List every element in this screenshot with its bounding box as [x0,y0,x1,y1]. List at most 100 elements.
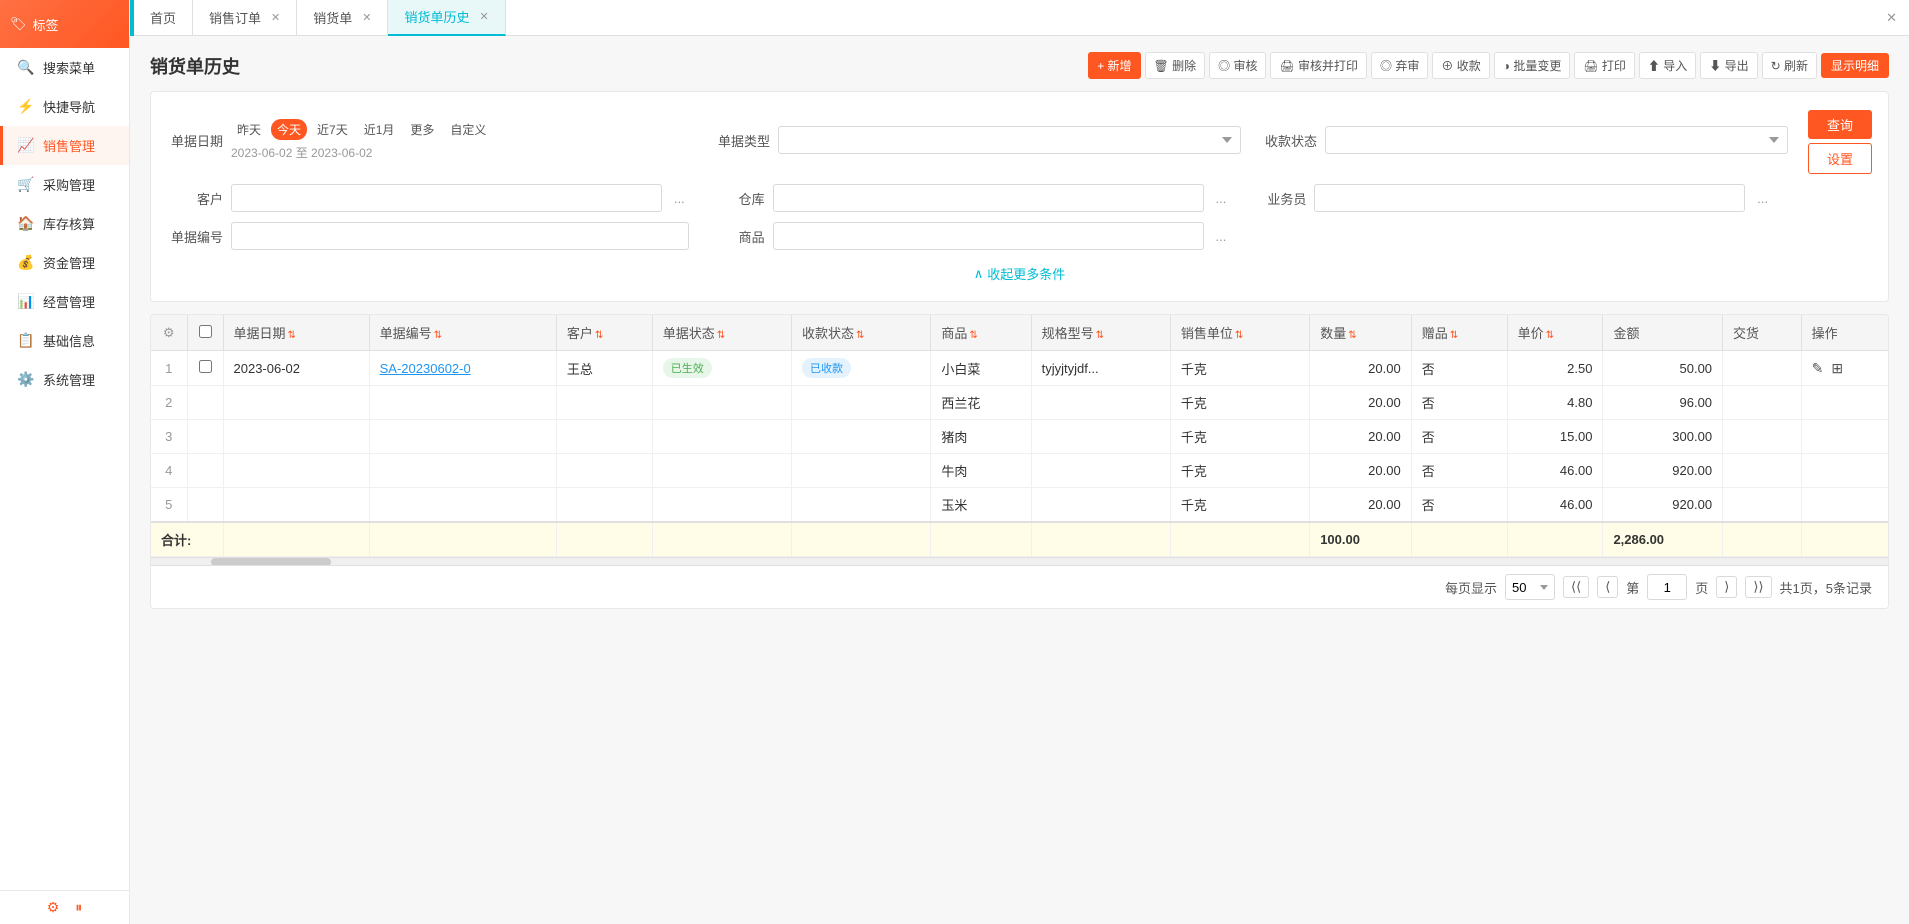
collapse-bottom-icon[interactable]: ⏸ [75,899,82,916]
sidebar-item-purchase-mgmt[interactable]: 🛒 采购管理 [0,165,129,204]
next-page-btn[interactable]: ⟩ [1716,576,1737,598]
sidebar-item-basic-info[interactable]: 📋 基础信息 [0,321,129,360]
cell-gift: 否 [1411,386,1507,420]
filter-settings-button[interactable]: 设置 [1808,143,1872,174]
warehouse-input[interactable] [773,184,1204,212]
first-page-btn[interactable]: ⟨⟨ [1563,576,1589,598]
sidebar-item-system-mgmt[interactable]: ⚙️ 系统管理 [0,360,129,399]
export-button[interactable]: ⬇ 导出 [1700,52,1757,79]
date-tag-1month[interactable]: 近1月 [358,119,401,140]
goods-input[interactable] [773,222,1204,250]
filter-doc-type: 单据类型 [714,126,1241,154]
doc-no-input[interactable] [231,222,689,250]
collect-button[interactable]: ⊕ 收款 [1432,52,1489,79]
collapse-button[interactable]: ∧ 收起更多条件 [970,260,1070,287]
page-input[interactable] [1647,574,1687,600]
cell-spec-type [1031,386,1170,420]
refresh-button[interactable]: ↻ 刷新 [1762,52,1817,79]
doc-no-link[interactable]: SA-20230602-0 [380,361,471,376]
more-icon[interactable]: ⊞ [1831,360,1843,377]
tab-home[interactable]: 首页 [130,0,193,36]
th-gift[interactable]: 赠品⇅ [1411,315,1507,351]
salesperson-dots[interactable]: ... [1753,191,1772,206]
gear-icon[interactable]: ⚙ [163,325,175,340]
page-title-bar: 销货单历史 + 新增 🗑 删除 ◎ 审核 🖨 审核并打印 ◎ 弃审 ⊕ 收款 ◑… [150,52,1889,79]
tab-sales-history[interactable]: 销货单历史 ✕ [388,0,505,36]
th-doc-status[interactable]: 单据状态⇅ [652,315,791,351]
th-quantity[interactable]: 数量⇅ [1310,315,1411,351]
th-customer[interactable]: 客户⇅ [556,315,652,351]
th-payment-status[interactable]: 收款状态⇅ [792,315,931,351]
warehouse-dots[interactable]: ... [1212,191,1231,206]
date-tag-yesterday[interactable]: 昨天 [231,119,267,140]
settings-bottom-icon[interactable]: ⚙ [47,899,60,916]
prev-page-btn[interactable]: ⟨ [1597,576,1618,598]
th-sales-unit[interactable]: 销售单位⇅ [1170,315,1309,351]
cell-actions [1801,420,1888,454]
total-empty-11 [1723,522,1802,557]
date-tag-7days[interactable]: 近7天 [311,119,354,140]
tab-close-sales-order[interactable]: ✕ [271,11,280,24]
customer-dots[interactable]: ... [670,191,689,206]
delete-button[interactable]: 🗑 删除 [1145,52,1206,79]
sidebar-item-operations[interactable]: 📊 经营管理 [0,282,129,321]
cell-actions [1801,488,1888,523]
sidebar-item-inventory[interactable]: 🏠 库存核算 [0,204,129,243]
cell-spec-type [1031,488,1170,523]
tab-sales-order[interactable]: 销售订单 ✕ [193,0,297,36]
th-doc-no[interactable]: 单据编号⇅ [369,315,556,351]
pagination-bar: 每页显示 50 100 200 ⟨⟨ ⟨ 第 页 ⟩ ⟩⟩ 共1页，5条记录 [151,565,1888,608]
sidebar-item-sales-mgmt[interactable]: 📈 销售管理 [0,126,129,165]
cell-checkbox[interactable] [187,386,223,420]
cell-sales-unit: 千克 [1170,386,1309,420]
customer-input[interactable] [231,184,662,212]
select-all-checkbox[interactable] [199,325,212,338]
th-doc-date[interactable]: 单据日期⇅ [223,315,369,351]
cell-checkbox[interactable] [187,454,223,488]
th-unit-price[interactable]: 单价⇅ [1507,315,1603,351]
total-info: 共1页，5条记录 [1780,578,1872,597]
scrollbar-area[interactable] [151,557,1888,565]
sidebar-item-quick-nav[interactable]: ⚡ 快捷导航 [0,87,129,126]
abandon-button[interactable]: ◎ 弃审 [1371,52,1428,79]
doc-type-select[interactable] [778,126,1241,154]
cell-sales-unit: 千克 [1170,351,1309,386]
sidebar-item-search[interactable]: 🔍 搜索菜单 [0,48,129,87]
date-tag-custom[interactable]: 自定义 [444,119,492,140]
import-button[interactable]: ⬆ 导入 [1639,52,1696,79]
sidebar-item-label: 快捷导航 [43,97,95,116]
row-checkbox[interactable] [199,360,212,373]
display-detail-button[interactable]: 显示明细 [1821,53,1889,78]
sidebar-item-finance[interactable]: 💰 资金管理 [0,243,129,282]
print-button[interactable]: 🖨 打印 [1574,52,1635,79]
th-gear[interactable]: ⚙ [151,315,187,351]
sort-unit-price-icon: ⇅ [1546,330,1554,341]
system-icon: ⚙️ [17,371,35,388]
audit-button[interactable]: ◎ 审核 [1209,52,1266,79]
cell-amount: 50.00 [1603,351,1723,386]
payment-status-select[interactable] [1325,126,1788,154]
edit-icon[interactable]: ✎ [1812,360,1824,377]
cell-checkbox[interactable] [187,420,223,454]
tab-sales-goods[interactable]: 销货单 ✕ [297,0,388,36]
tab-close-sales-goods[interactable]: ✕ [362,11,371,24]
th-spec-type[interactable]: 规格型号⇅ [1031,315,1170,351]
th-goods[interactable]: 商品⇅ [931,315,1031,351]
tab-close-sales-history[interactable]: ✕ [480,10,489,23]
batch-change-button[interactable]: ◑ 批量变更 [1494,52,1571,79]
cell-quantity: 20.00 [1310,386,1411,420]
last-page-btn[interactable]: ⟩⟩ [1745,576,1771,598]
th-checkbox[interactable] [187,315,223,351]
cell-checkbox[interactable] [187,488,223,523]
new-button[interactable]: + 新增 [1088,52,1140,79]
cell-checkbox[interactable] [187,351,223,386]
date-tag-today[interactable]: 今天 [271,119,307,140]
per-page-select[interactable]: 50 100 200 [1505,574,1555,600]
query-button[interactable]: 查询 [1808,110,1872,139]
sort-sales-unit-icon: ⇅ [1235,330,1243,341]
salesperson-input[interactable] [1314,184,1745,212]
goods-dots[interactable]: ... [1212,229,1231,244]
nav-close-all[interactable]: ✕ [1886,10,1909,26]
audit-print-button[interactable]: 🖨 审核并打印 [1270,52,1367,79]
date-tag-more[interactable]: 更多 [404,119,440,140]
